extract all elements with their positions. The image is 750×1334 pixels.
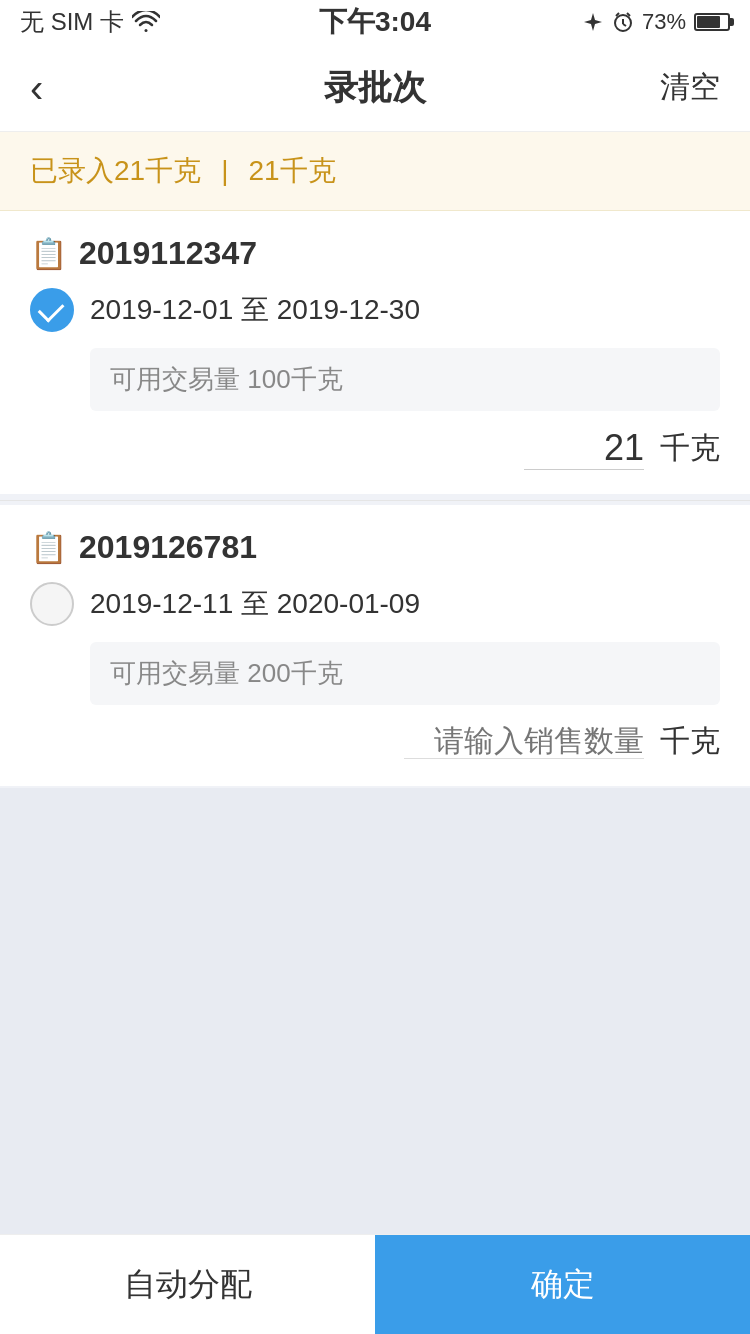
batch2-date-row[interactable]: 2019-12-11 至 2020-01-09 xyxy=(30,582,720,626)
battery-percent: 73% xyxy=(642,9,686,35)
status-bar-left: 无 SIM 卡 xyxy=(20,6,160,38)
carrier-text: 无 SIM 卡 xyxy=(20,6,124,38)
status-bar-right: 73% xyxy=(582,9,730,35)
bottom-bar: 自动分配 确定 xyxy=(0,1234,750,1334)
batch2-input-row: 千克 xyxy=(30,705,720,762)
info-divider: | xyxy=(221,155,228,187)
status-bar-time: 下午3:04 xyxy=(319,3,431,41)
batch2-avail: 可用交易量 200千克 xyxy=(90,642,720,705)
svg-line-2 xyxy=(623,24,626,26)
batch2-unit: 千克 xyxy=(660,721,720,762)
batch1-card: 📋 2019112347 2019-12-01 至 2019-12-30 可用交… xyxy=(0,211,750,494)
batch1-date-row[interactable]: 2019-12-01 至 2019-12-30 xyxy=(30,288,720,332)
page-title: 录批次 xyxy=(324,65,426,111)
batch2-quantity-input[interactable] xyxy=(404,724,644,759)
batch2-date: 2019-12-11 至 2020-01-09 xyxy=(90,585,420,623)
alarm-icon xyxy=(612,11,634,33)
recorded-amount: 已录入21千克 xyxy=(30,152,201,190)
batch2-id: 2019126781 xyxy=(79,529,257,566)
batch2-header: 📋 2019126781 xyxy=(30,529,720,566)
recorded-value: 21千克 xyxy=(248,152,335,190)
batch1-unit: 千克 xyxy=(660,428,720,469)
batch2-icon: 📋 xyxy=(30,530,67,565)
batch1-date: 2019-12-01 至 2019-12-30 xyxy=(90,291,420,329)
batch1-quantity-input[interactable] xyxy=(524,427,644,470)
info-banner: 已录入21千克 | 21千克 xyxy=(0,132,750,211)
batch1-header: 📋 2019112347 xyxy=(30,235,720,272)
batch2-card: 📋 2019126781 2019-12-11 至 2020-01-09 可用交… xyxy=(0,505,750,786)
battery-icon xyxy=(694,13,730,31)
content-area: 已录入21千克 | 21千克 📋 2019112347 2019-12-01 至… xyxy=(0,132,750,1334)
confirm-button[interactable]: 确定 xyxy=(375,1235,750,1334)
batch1-radio[interactable] xyxy=(30,288,74,332)
clear-button[interactable]: 清空 xyxy=(660,67,720,108)
batch1-avail: 可用交易量 100千克 xyxy=(90,348,720,411)
batch1-icon: 📋 xyxy=(30,236,67,271)
status-bar: 无 SIM 卡 下午3:04 73% xyxy=(0,0,750,44)
empty-area xyxy=(0,788,750,1234)
auto-distribute-button[interactable]: 自动分配 xyxy=(0,1235,375,1334)
section-divider xyxy=(0,500,750,501)
wifi-icon xyxy=(132,11,160,33)
location-icon xyxy=(582,11,604,33)
batch2-radio[interactable] xyxy=(30,582,74,626)
nav-bar: ‹ 录批次 清空 xyxy=(0,44,750,132)
batch1-quantity-row: 千克 xyxy=(30,411,720,470)
batch1-id: 2019112347 xyxy=(79,235,257,272)
back-button[interactable]: ‹ xyxy=(30,68,43,108)
